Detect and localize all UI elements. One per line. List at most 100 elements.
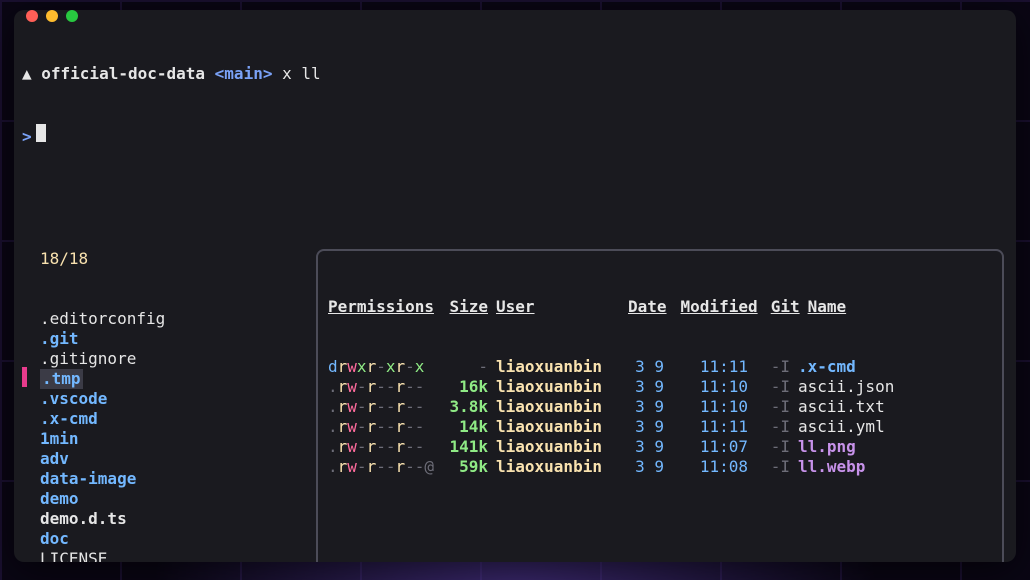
cell-size: 16k xyxy=(448,377,496,397)
list-item-label: .x-cmd xyxy=(40,409,98,429)
cell-git: -I xyxy=(748,437,790,457)
list-item-label: demo.d.ts xyxy=(40,509,127,529)
cell-modified: 11:08 xyxy=(668,457,748,477)
cell-size: 59k xyxy=(448,457,496,477)
cell-date: 3 9 xyxy=(628,397,668,417)
input-line[interactable]: > xyxy=(22,124,1008,147)
file-list-sidebar: 18/18 .editorconfig.git.gitignore.tmp.vs… xyxy=(22,209,322,562)
cell-user: liaoxuanbin xyxy=(496,357,628,377)
list-item[interactable]: LICENSE xyxy=(22,549,318,562)
cell-name: ll.png xyxy=(790,437,992,457)
cursor xyxy=(36,124,46,142)
list-item[interactable]: .x-cmd xyxy=(22,409,318,429)
list-item-label: doc xyxy=(40,529,69,549)
cell-permissions: .rw-r--r-- xyxy=(328,417,448,437)
prompt-line: ▲ official-doc-data <main> x ll xyxy=(22,64,1008,84)
cell-git: -I xyxy=(748,377,790,397)
table-row[interactable]: .rw-r--r--14kliaoxuanbin3 911:11-Iascii.… xyxy=(328,417,992,437)
prompt-branch: <main> xyxy=(205,64,282,84)
cell-name: ascii.txt xyxy=(790,397,992,417)
cell-modified: 11:07 xyxy=(668,437,748,457)
th-permissions: Permissions xyxy=(328,297,448,317)
cell-date: 3 9 xyxy=(628,437,668,457)
cell-git: -I xyxy=(748,457,790,477)
list-item[interactable]: .gitignore xyxy=(22,349,318,369)
cell-user: liaoxuanbin xyxy=(496,397,628,417)
close-icon[interactable] xyxy=(26,10,38,22)
cell-size: 14k xyxy=(448,417,496,437)
list-item-label: .gitignore xyxy=(40,349,136,369)
cell-permissions: drwxr-xr-x xyxy=(328,357,448,377)
cell-size: 3.8k xyxy=(448,397,496,417)
th-user: User xyxy=(496,297,628,317)
cell-modified: 11:10 xyxy=(668,377,748,397)
terminal-window: ▲ official-doc-data <main> x ll > 18/18 … xyxy=(14,10,1016,562)
cell-modified: 11:11 xyxy=(668,417,748,437)
cell-modified: 11:10 xyxy=(668,397,748,417)
prompt-command: ll xyxy=(301,64,320,84)
list-item-label: LICENSE xyxy=(40,549,107,562)
window-titlebar xyxy=(14,10,1016,22)
list-item-label: .tmp xyxy=(42,369,81,388)
list-item[interactable]: .git xyxy=(22,329,318,349)
list-item-label: demo xyxy=(40,489,79,509)
th-modified: Modified xyxy=(671,297,758,317)
cell-name: ascii.yml xyxy=(790,417,992,437)
list-item[interactable]: data-image xyxy=(22,469,318,489)
cell-size: 141k xyxy=(448,437,496,457)
list-item-label: .git xyxy=(40,329,79,349)
prompt-x: x xyxy=(282,64,292,84)
list-counter: 18/18 xyxy=(22,249,318,269)
cell-permissions: .rw-r--r-- xyxy=(328,437,448,457)
cell-permissions: .rw-r--r-- xyxy=(328,377,448,397)
list-item-label: 1min xyxy=(40,429,79,449)
list-item[interactable]: 1min xyxy=(22,429,318,449)
selection-marker xyxy=(22,367,27,387)
zoom-icon[interactable] xyxy=(66,10,78,22)
list-item-label: .editorconfig xyxy=(40,309,165,329)
cell-date: 3 9 xyxy=(628,417,668,437)
list-item-label: adv xyxy=(40,449,69,469)
prompt-triangle-icon: ▲ xyxy=(22,64,41,84)
input-symbol: > xyxy=(22,127,36,147)
table-row[interactable]: .rw-r--r--3.8kliaoxuanbin3 911:10-Iascii… xyxy=(328,397,992,417)
prompt-cwd: official-doc-data xyxy=(41,64,205,84)
cell-name: ascii.json xyxy=(790,377,992,397)
th-git: Git xyxy=(758,297,800,317)
list-item[interactable]: doc xyxy=(22,529,318,549)
terminal-body[interactable]: ▲ official-doc-data <main> x ll > 18/18 … xyxy=(14,22,1016,562)
cell-user: liaoxuanbin xyxy=(496,437,628,457)
cell-user: liaoxuanbin xyxy=(496,377,628,397)
cell-git: -I xyxy=(748,357,790,377)
th-date: Date xyxy=(628,297,671,317)
cell-date: 3 9 xyxy=(628,457,668,477)
list-item-label: .vscode xyxy=(40,389,107,409)
table-row[interactable]: .rw-r--r--@59kliaoxuanbin3 911:08-Ill.we… xyxy=(328,457,992,477)
list-item[interactable]: .tmp xyxy=(22,369,318,389)
cell-user: liaoxuanbin xyxy=(496,457,628,477)
list-item-label: data-image xyxy=(40,469,136,489)
list-item[interactable]: adv xyxy=(22,449,318,469)
minimize-icon[interactable] xyxy=(46,10,58,22)
cell-name: .x-cmd xyxy=(790,357,992,377)
th-name: Name xyxy=(800,297,992,317)
cell-modified: 11:11 xyxy=(668,357,748,377)
table-row[interactable]: drwxr-xr-x-liaoxuanbin3 911:11-I.x-cmd xyxy=(328,357,992,377)
cell-permissions: .rw-r--r-- xyxy=(328,397,448,417)
cell-permissions: .rw-r--r--@ xyxy=(328,457,448,477)
cell-date: 3 9 xyxy=(628,377,668,397)
cell-date: 3 9 xyxy=(628,357,668,377)
list-item[interactable]: demo.d.ts xyxy=(22,509,318,529)
cell-git: -I xyxy=(748,417,790,437)
cell-user: liaoxuanbin xyxy=(496,417,628,437)
list-item[interactable]: .editorconfig xyxy=(22,309,318,329)
table-row[interactable]: .rw-r--r--141kliaoxuanbin3 911:07-Ill.pn… xyxy=(328,437,992,457)
table-row[interactable]: .rw-r--r--16kliaoxuanbin3 911:10-Iascii.… xyxy=(328,377,992,397)
cell-git: -I xyxy=(748,397,790,417)
th-size: Size xyxy=(448,297,496,317)
ll-header-row: Permissions Size User Date Modified Git … xyxy=(328,297,992,317)
list-item[interactable]: demo xyxy=(22,489,318,509)
cell-name: ll.webp xyxy=(790,457,992,477)
list-item[interactable]: .vscode xyxy=(22,389,318,409)
cell-size: - xyxy=(448,357,496,377)
